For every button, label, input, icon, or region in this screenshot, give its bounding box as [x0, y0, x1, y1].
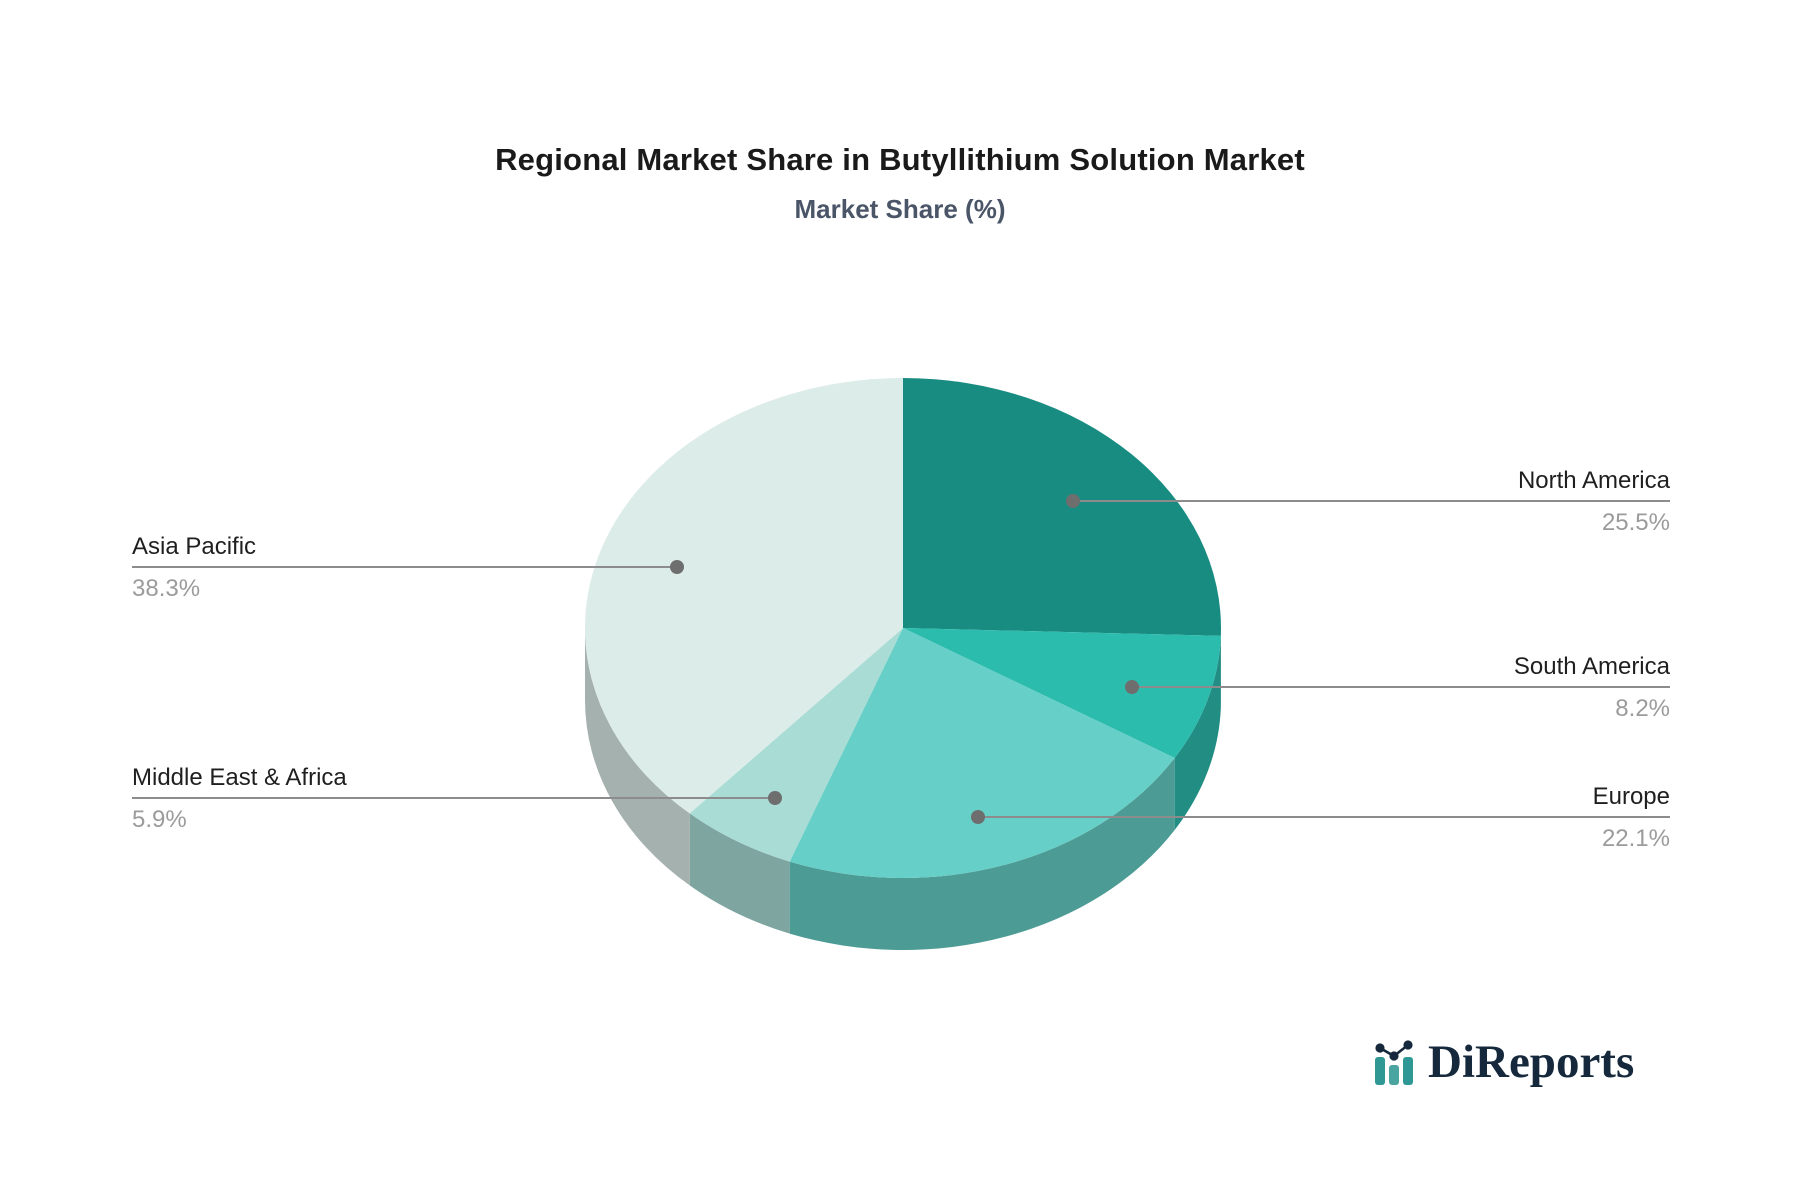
logo-text: DiReports — [1428, 1036, 1635, 1088]
pie-slice-north-america[interactable] — [903, 378, 1222, 636]
leader-dot-middle-east-africa — [768, 791, 782, 805]
leader-dot-asia-pacific — [670, 560, 684, 574]
direports-logo: DiReports — [1372, 1036, 1634, 1088]
report-page: Regional Market Share in Butyllithium So… — [0, 0, 1800, 1196]
bar-chart-icon — [1375, 1040, 1413, 1085]
leader-dot-south-america — [1125, 680, 1139, 694]
pie-chart — [132, 378, 1670, 950]
leader-dot-europe — [971, 810, 985, 824]
leader-dot-north-america — [1066, 494, 1080, 508]
